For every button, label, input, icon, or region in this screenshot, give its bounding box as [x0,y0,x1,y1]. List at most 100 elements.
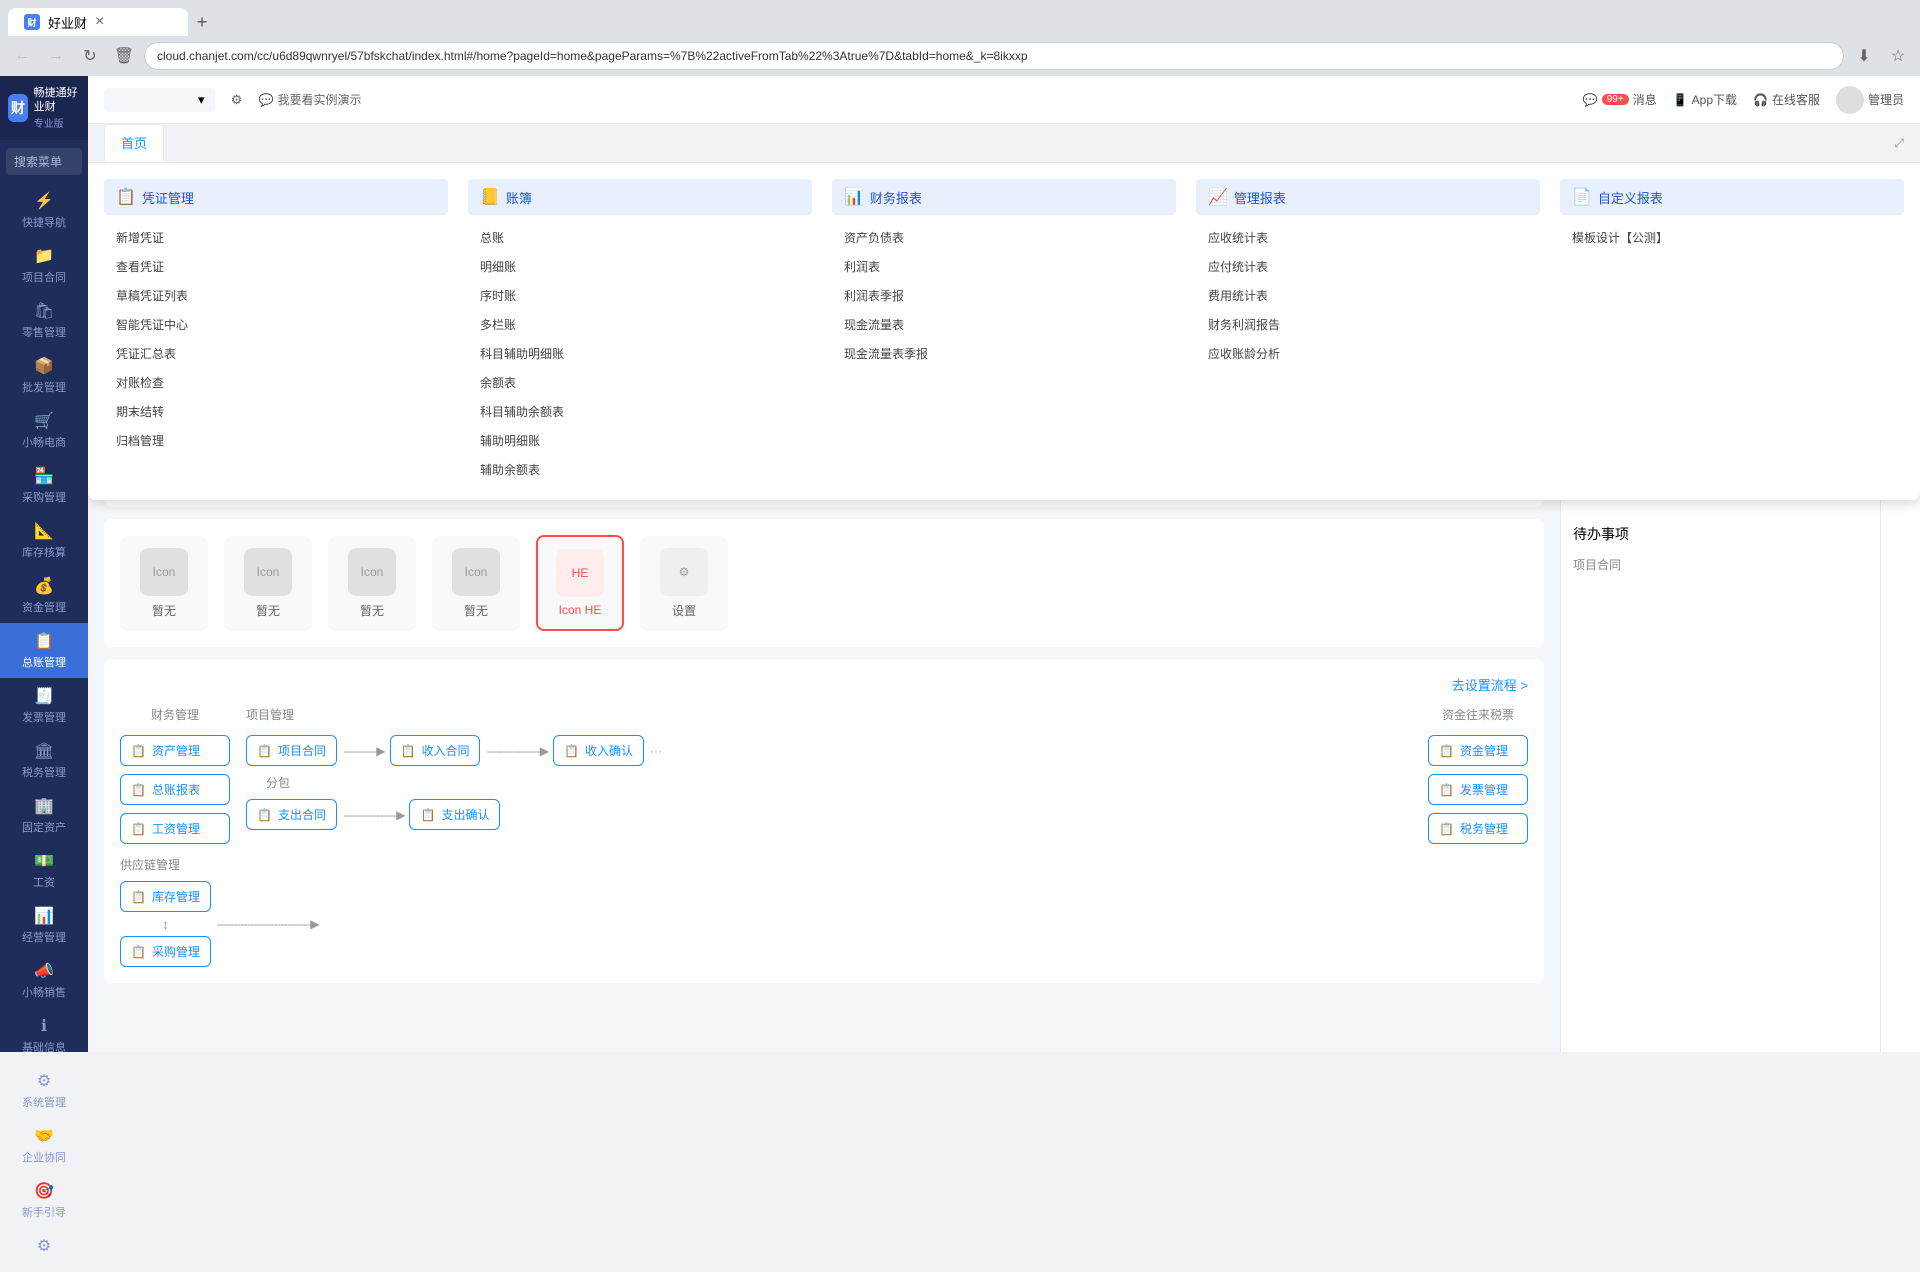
sidebar-item-ecommerce[interactable]: 🛒 小畅电商 [0,403,88,458]
nav-item-cashflow-quarterly[interactable]: 现金流量表季报 [832,339,1176,368]
icon-card-icon-3: Icon [348,548,396,596]
wf-purchase-mgmt[interactable]: 📋 采购管理 [120,936,211,967]
fullscreen-button[interactable]: ⤢ [1894,136,1904,151]
icon-card-3[interactable]: Icon 暂无 [328,536,416,631]
nav-item-subject-aux-detail[interactable]: 科目辅助明细账 [468,339,812,368]
nav-item-aux-balance[interactable]: 辅助余额表 [468,455,812,484]
nav-item-draft-voucher[interactable]: 草稿凭证列表 [104,281,448,310]
finance-mgmt-label: 财务管理 [120,706,230,723]
online-service-button[interactable]: 🎧 在线客服 [1753,91,1820,108]
nav-item-expense-stats[interactable]: 费用统计表 [1196,281,1540,310]
sidebar-item-system[interactable]: ⚙ 系统管理 [0,1063,88,1118]
sidebar-item-basic-info[interactable]: ℹ 基础信息 [0,1008,88,1063]
sidebar-item-label: 发票管理 [22,709,66,725]
nav-item-payable-stats[interactable]: 应付统计表 [1196,252,1540,281]
sidebar-item-finance[interactable]: 💰 资金管理 [0,568,88,623]
sidebar-item-marketing[interactable]: 📣 小畅销售 [0,953,88,1008]
nav-item-multi-column[interactable]: 多栏账 [468,310,812,339]
new-tab-button[interactable]: + [188,8,216,36]
enterprise-icon: 🤝 [34,1126,54,1146]
app-download-button[interactable]: 📱 App下载 [1673,91,1737,108]
nav-item-subject-aux-balance[interactable]: 科目辅助余额表 [468,397,812,426]
wf-fund-mgmt[interactable]: 📋 资金管理 [1428,735,1528,766]
wf-invoice-mgmt[interactable]: 📋 发票管理 [1428,774,1528,805]
sidebar-settings[interactable]: ⚙ [33,1228,55,1264]
icon-card-settings[interactable]: ⚙ 设置 [640,536,728,631]
url-bar[interactable]: cloud.chanjet.com/cc/u6d89qwnryel/57bfsk… [144,42,1844,70]
workflow-section: 去设置流程 > 财务管理 📋 资产管理 📋 总账报表 [104,659,1544,983]
sidebar-item-invoice[interactable]: 🧾 发票管理 [0,678,88,733]
sidebar-item-wholesale[interactable]: 📦 批发管理 [0,348,88,403]
nav-item-balance-table[interactable]: 余额表 [468,368,812,397]
nav-item-view-voucher[interactable]: 查看凭证 [104,252,448,281]
sidebar-item-quick-nav[interactable]: ⚡ 快捷导航 [0,183,88,238]
nav-item-aux-detail[interactable]: 辅助明细账 [468,426,812,455]
nav-item-balance-sheet[interactable]: 资产负债表 [832,223,1176,252]
company-selector[interactable]: ▾ [104,88,215,112]
sidebar-item-retail[interactable]: 🛍 零售管理 [0,293,88,348]
wf-tax-mgmt[interactable]: 📋 税务管理 [1428,813,1528,844]
nav-item-smart-voucher[interactable]: 智能凭证中心 [104,310,448,339]
wf-inventory-mgmt[interactable]: 📋 库存管理 [120,881,211,912]
sidebar-item-payroll[interactable]: 💵 工资 [0,843,88,898]
sidebar-item-new-guide[interactable]: 🎯 新手引导 [0,1173,88,1228]
nav-item-new-voucher[interactable]: 新增凭证 [104,223,448,252]
nav-item-general-ledger[interactable]: 总账 [468,223,812,252]
topbar-settings-button[interactable]: ⚙ [223,86,251,114]
download-button[interactable]: ⬇ [1850,42,1878,70]
tab-home[interactable]: 首页 [104,124,164,162]
wf-total-ledger[interactable]: 📋 总账报表 [120,774,230,805]
sidebar-item-tax[interactable]: 🏛 税务管理 [0,733,88,788]
wf-project-contract[interactable]: 📋 项目合同 [246,735,337,766]
nav-item-cashflow[interactable]: 现金流量表 [832,310,1176,339]
wf-payroll-mgmt[interactable]: 📋 工资管理 [120,813,230,844]
workflow-header: 去设置流程 > [120,675,1528,694]
sidebar-item-fixed-assets[interactable]: 🏢 固定资产 [0,788,88,843]
icon-card-he[interactable]: HE Icon HE [536,535,624,631]
wf-revenue-contract[interactable]: 📋 收入合同 [390,735,481,766]
refresh-button[interactable]: ↻ [76,42,104,70]
nav-item-reconcile[interactable]: 对账检查 [104,368,448,397]
system-icon: ⚙ [37,1071,51,1091]
browser-tab-close[interactable]: × [95,13,104,31]
nav-item-period-end[interactable]: 期末结转 [104,397,448,426]
icon-card-1[interactable]: Icon 暂无 [120,536,208,631]
setup-flow-link[interactable]: 去设置流程 > [1452,675,1528,694]
sidebar-item-purchase[interactable]: 🏪 采购管理 [0,458,88,513]
star-button[interactable]: ☆ [1884,42,1912,70]
back-button[interactable]: ← [8,42,36,70]
wf-expense-contract[interactable]: 📋 支出合同 [246,799,337,830]
finance-icon: 💰 [34,576,54,596]
nav-item-sequence-ledger[interactable]: 序时账 [468,281,812,310]
nav-item-income-quarterly[interactable]: 利润表季报 [832,281,1176,310]
wf-asset-mgmt[interactable]: 📋 资产管理 [120,735,230,766]
nav-item-receivable-stats[interactable]: 应收统计表 [1196,223,1540,252]
user-menu[interactable]: 管理员 [1836,86,1904,114]
message-button[interactable]: 💬 99+ 消息 [1583,91,1657,108]
nav-item-archive[interactable]: 归档管理 [104,426,448,455]
icon-card-4[interactable]: Icon 暂无 [432,536,520,631]
forward-button[interactable]: → [42,42,70,70]
online-service-label: 在线客服 [1772,91,1820,108]
wf-revenue-confirm[interactable]: 📋 收入确认 [553,735,644,766]
nav-item-template-design[interactable]: 模板设计【公测】 [1560,223,1904,252]
browser-tab-active[interactable]: 财 好业财 × [8,8,188,36]
wf-expense-confirm[interactable]: 📋 支出确认 [409,799,500,830]
nav-item-finance-profit[interactable]: 财务利润报告 [1196,310,1540,339]
sidebar-item-project-contract[interactable]: 📁 项目合同 [0,238,88,293]
search-menu-button[interactable]: 搜索菜单 [6,148,82,175]
sidebar-item-operations[interactable]: 📊 经营管理 [0,898,88,953]
nav-item-ar-aging[interactable]: 应收账龄分析 [1196,339,1540,368]
delete-button[interactable]: 🗑 [110,42,138,70]
sidebar-item-enterprise[interactable]: 🤝 企业协同 [0,1118,88,1173]
sidebar-item-inventory[interactable]: 📐 库存核算 [0,513,88,568]
sidebar-item-accounting[interactable]: 📋 总账管理 [0,623,88,678]
sidebar-item-label: 小畅销售 [22,984,66,1000]
payroll-mgmt-icon: 📋 [131,822,146,836]
demo-button[interactable]: 💬 我要看实例演示 [259,91,362,108]
nav-item-income-stmt[interactable]: 利润表 [832,252,1176,281]
finance-report-title: 财务报表 [870,188,922,207]
icon-card-2[interactable]: Icon 暂无 [224,536,312,631]
nav-item-detail-ledger[interactable]: 明细账 [468,252,812,281]
nav-item-voucher-summary[interactable]: 凭证汇总表 [104,339,448,368]
